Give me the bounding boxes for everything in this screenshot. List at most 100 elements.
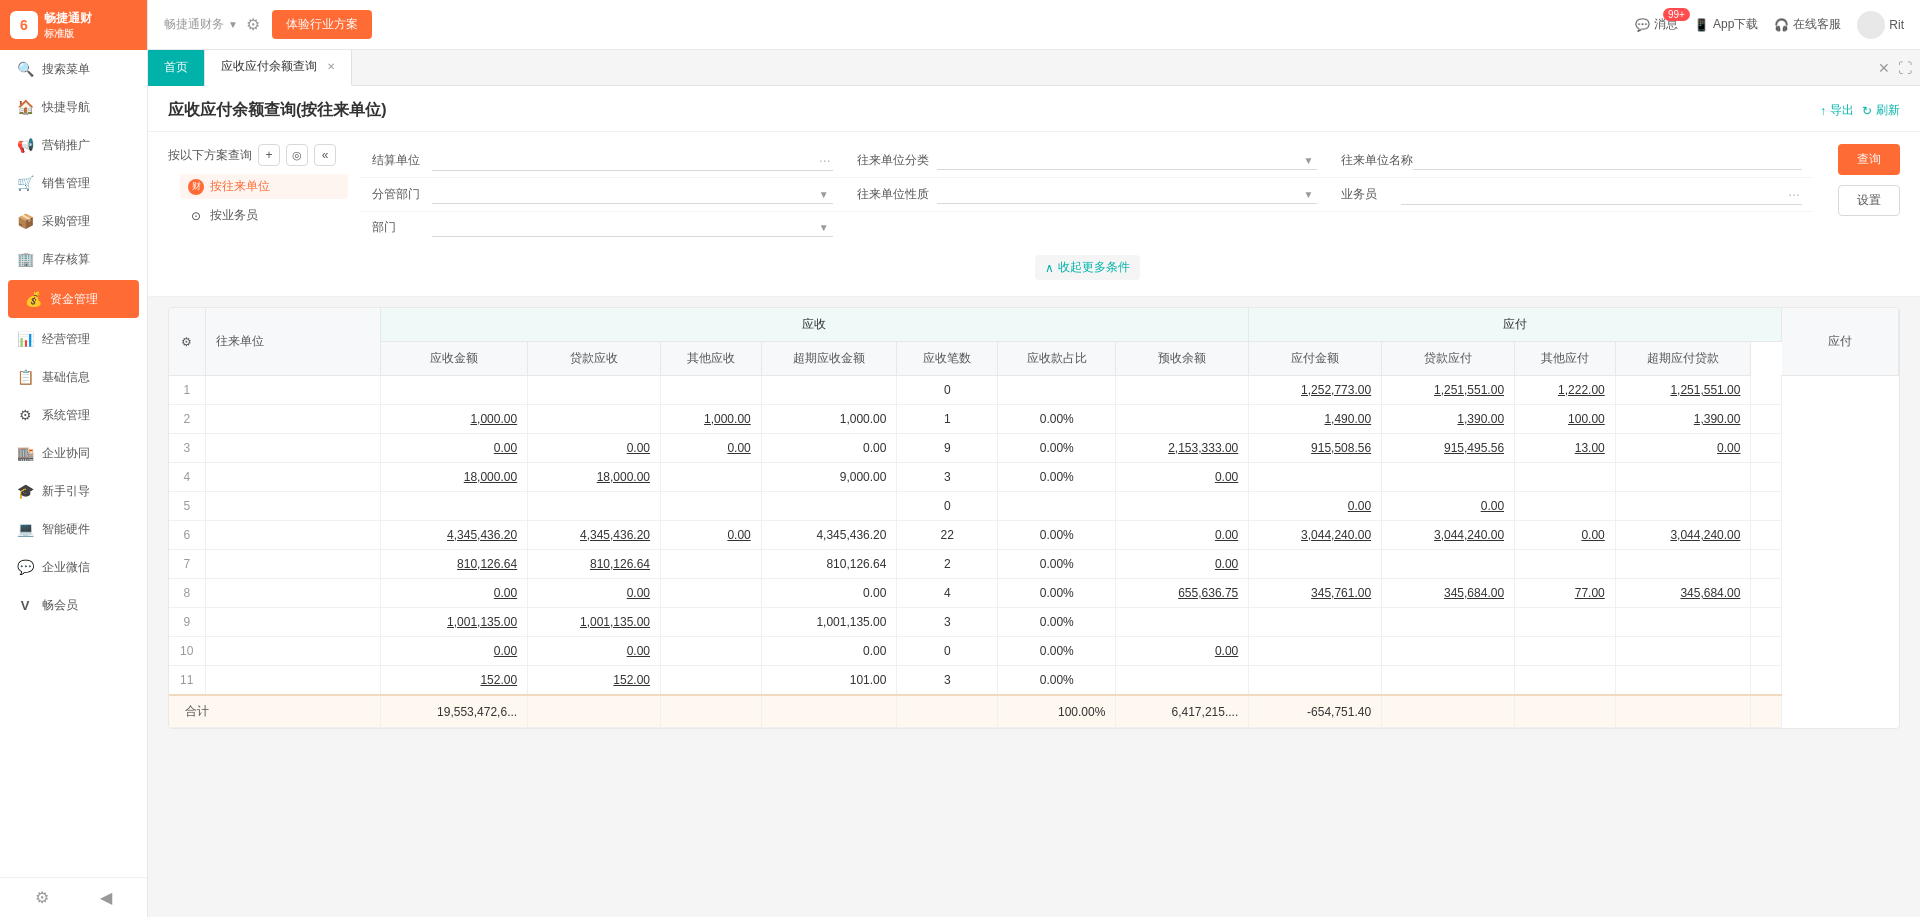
window-close-icon[interactable]: ✕ [1878, 60, 1890, 76]
cell-link[interactable]: 0.00 [1717, 441, 1740, 455]
cell-link[interactable]: 100.00 [1568, 412, 1605, 426]
cell-link[interactable]: 1,251,551.00 [1434, 383, 1504, 397]
sidebar-item-vip[interactable]: V 畅会员 [0, 586, 147, 624]
cell-link[interactable]: 2,153,333.00 [1168, 441, 1238, 455]
cell-link[interactable]: 0.00 [627, 586, 650, 600]
tab-home[interactable]: 首页 [148, 50, 205, 86]
partner-name-input[interactable] [1413, 151, 1802, 169]
settings-btn[interactable]: 设置 [1838, 185, 1900, 216]
salesperson-dots[interactable]: ··· [1786, 184, 1802, 204]
cell-link[interactable]: 1,390.00 [1457, 412, 1504, 426]
cell-link[interactable]: 18,000.00 [464, 470, 517, 484]
cell-link[interactable]: 3,044,240.00 [1434, 528, 1504, 542]
cell-link[interactable]: 0.00 [627, 644, 650, 658]
cell-link[interactable]: 915,495.56 [1444, 441, 1504, 455]
cell-link[interactable]: 810,126.64 [590, 557, 650, 571]
sidebar-item-enterprise[interactable]: 🏬 企业协同 [0, 434, 147, 472]
cell-link[interactable]: 1,222.00 [1558, 383, 1605, 397]
cell-link[interactable]: 810,126.64 [457, 557, 517, 571]
cell-link[interactable]: 1,001,135.00 [447, 615, 517, 629]
online-service-btn[interactable]: 🎧 在线客服 [1774, 16, 1841, 33]
filter-by-staff[interactable]: ⊙ 按业务员 [180, 203, 348, 228]
cell-link[interactable]: 152.00 [480, 673, 517, 687]
sidebar-item-guide[interactable]: 🎓 新手引导 [0, 472, 147, 510]
cell-link[interactable]: 1,490.00 [1324, 412, 1371, 426]
sidebar-item-hardware[interactable]: 💻 智能硬件 [0, 510, 147, 548]
trial-btn[interactable]: 体验行业方案 [272, 10, 372, 39]
sidebar-item-system[interactable]: ⚙ 系统管理 [0, 396, 147, 434]
cell-link[interactable]: 4,345,436.20 [580, 528, 650, 542]
cell-link[interactable]: 4,345,436.20 [447, 528, 517, 542]
app-download-btn[interactable]: 📱 App下载 [1694, 16, 1758, 33]
cell-link[interactable]: 0.00 [1215, 470, 1238, 484]
cell-link[interactable]: 345,761.00 [1311, 586, 1371, 600]
sidebar-item-search-menu[interactable]: 🔍 搜索菜单 [0, 50, 147, 88]
sidebar-item-inventory[interactable]: 🏢 库存核算 [0, 240, 147, 278]
sidebar-item-operations[interactable]: 📊 经营管理 [0, 320, 147, 358]
cell-link[interactable]: 915,508.56 [1311, 441, 1371, 455]
cell-link[interactable]: 18,000.00 [597, 470, 650, 484]
cell-link[interactable]: 0.00 [1348, 499, 1371, 513]
message-btn[interactable]: 💬 消息 99+ [1635, 16, 1678, 33]
cell-link[interactable]: 0.00 [1215, 528, 1238, 542]
cell-link[interactable]: 0.00 [1581, 528, 1604, 542]
user-btn[interactable]: Rit [1857, 11, 1904, 39]
cell-link[interactable]: 655,636.75 [1178, 586, 1238, 600]
cell-link[interactable]: 0.00 [494, 441, 517, 455]
sidebar-item-sales[interactable]: 🛒 销售管理 [0, 164, 147, 202]
cell-link[interactable]: 1,251,551.00 [1670, 383, 1740, 397]
sidebar-item-basic[interactable]: 📋 基础信息 [0, 358, 147, 396]
filter-collapse-btn[interactable]: « [314, 144, 336, 166]
tab-close-icon[interactable]: ✕ [327, 61, 335, 72]
dept-select[interactable] [432, 185, 833, 203]
breadcrumb: 畅捷通财务 ▼ [164, 16, 238, 33]
cell-link[interactable]: 0.00 [1215, 557, 1238, 571]
cell-link[interactable]: 345,684.00 [1680, 586, 1740, 600]
cell-link[interactable]: 1,001,135.00 [580, 615, 650, 629]
cell-link[interactable]: 3,044,240.00 [1301, 528, 1371, 542]
sidebar-item-wechat[interactable]: 💬 企业微信 [0, 548, 147, 586]
filter-settings-btn[interactable]: ◎ [286, 144, 308, 166]
cell-link[interactable]: 345,684.00 [1444, 586, 1504, 600]
th-settings[interactable]: ⚙ [169, 308, 205, 376]
cell-link[interactable]: 0.00 [727, 528, 750, 542]
department-select[interactable] [432, 218, 833, 236]
cell-link[interactable]: 77.00 [1575, 586, 1605, 600]
topbar-settings-icon[interactable]: ⚙ [246, 15, 260, 34]
table-settings-icon[interactable]: ⚙ [181, 335, 192, 349]
salesperson-input[interactable] [1401, 185, 1786, 203]
export-btn[interactable]: ↑ 导出 [1820, 102, 1854, 119]
cell-link[interactable]: 13.00 [1575, 441, 1605, 455]
sidebar-item-purchase[interactable]: 📦 采购管理 [0, 202, 147, 240]
settlement-unit-dots[interactable]: ··· [817, 150, 833, 170]
table-row: 500.000.00 [169, 492, 1899, 521]
window-maximize-icon[interactable]: ⛶ [1898, 60, 1912, 76]
cell-link[interactable]: 0.00 [494, 586, 517, 600]
refresh-btn[interactable]: ↻ 刷新 [1862, 102, 1900, 119]
filter-add-btn[interactable]: + [258, 144, 280, 166]
cell-link[interactable]: 3,044,240.00 [1670, 528, 1740, 542]
partner-category-select[interactable] [937, 151, 1318, 169]
cell-link[interactable]: 0.00 [1215, 644, 1238, 658]
filter-by-partner[interactable]: 财 按往来单位 [180, 174, 348, 199]
sidebar-item-quick-nav[interactable]: 🏠 快捷导航 [0, 88, 147, 126]
cell-link[interactable]: 1,390.00 [1694, 412, 1741, 426]
sidebar-item-marketing[interactable]: 📢 营销推广 [0, 126, 147, 164]
cell-link[interactable]: 152.00 [613, 673, 650, 687]
cell-link[interactable]: 1,000.00 [470, 412, 517, 426]
tab-ar-ap-query[interactable]: 应收应付余额查询 ✕ [205, 50, 352, 86]
sidebar-item-finance[interactable]: 💰 资金管理 [8, 280, 139, 318]
cell-link[interactable]: 0.00 [727, 441, 750, 455]
collapse-sidebar-icon[interactable]: ◀ [100, 888, 112, 907]
partner-nature-select[interactable] [937, 185, 1318, 203]
settings-bottom-icon[interactable]: ⚙ [35, 888, 49, 907]
collapse-conditions-btn[interactable]: ∧ 收起更多条件 [1035, 255, 1140, 280]
settlement-unit-input[interactable] [432, 151, 817, 169]
cell-link[interactable]: 0.00 [1481, 499, 1504, 513]
query-btn[interactable]: 查询 [1838, 144, 1900, 175]
footer-ar-total[interactable]: 19,553,472,6... [380, 695, 528, 728]
cell-link[interactable]: 1,000.00 [704, 412, 751, 426]
cell-link[interactable]: 0.00 [494, 644, 517, 658]
cell-link[interactable]: 0.00 [627, 441, 650, 455]
cell-link[interactable]: 1,252,773.00 [1301, 383, 1371, 397]
